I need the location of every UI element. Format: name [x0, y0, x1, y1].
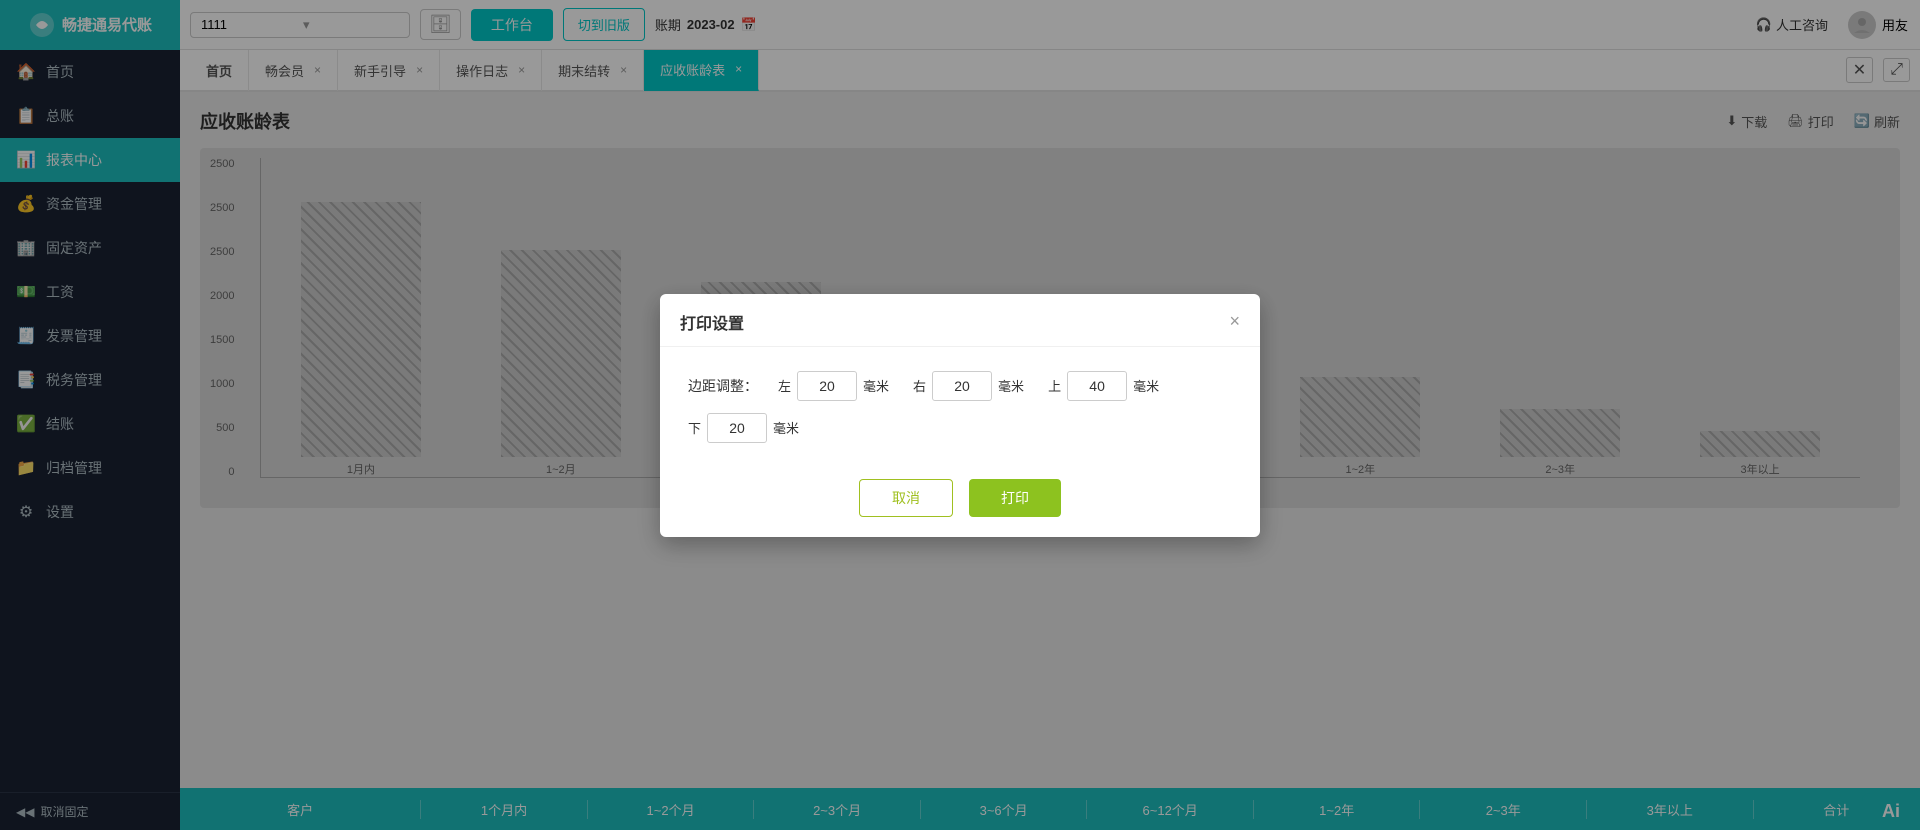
- margin-label: 边距调整：: [688, 376, 758, 396]
- modal-header: 打印设置 ×: [660, 294, 1260, 347]
- margin-bottom-input[interactable]: [707, 413, 767, 443]
- margin-right-group: 右 毫米: [913, 371, 1024, 401]
- right-direction-label: 右: [913, 376, 926, 395]
- modal-close-button[interactable]: ×: [1229, 311, 1240, 332]
- right-unit-label: 毫米: [998, 376, 1024, 395]
- margin-top-group: 上 毫米: [1048, 371, 1159, 401]
- margin-top-input[interactable]: [1067, 371, 1127, 401]
- bottom-direction-label: 下: [688, 418, 701, 437]
- margin-bottom-group: 下 毫米: [688, 413, 799, 443]
- modal-title: 打印设置: [680, 310, 744, 334]
- margin-left-group: 左 毫米: [778, 371, 889, 401]
- modal-overlay: 打印设置 × 边距调整： 左 毫米 右 毫米 上 毫米 下: [0, 0, 1920, 830]
- print-settings-dialog: 打印设置 × 边距调整： 左 毫米 右 毫米 上 毫米 下: [660, 294, 1260, 537]
- modal-body: 边距调整： 左 毫米 右 毫米 上 毫米 下 毫米: [660, 347, 1260, 467]
- left-direction-label: 左: [778, 376, 791, 395]
- margin-left-input[interactable]: [797, 371, 857, 401]
- print-button[interactable]: 打印: [969, 479, 1061, 517]
- top-unit-label: 毫米: [1133, 376, 1159, 395]
- margin-right-input[interactable]: [932, 371, 992, 401]
- cancel-button[interactable]: 取消: [859, 479, 953, 517]
- left-unit-label: 毫米: [863, 376, 889, 395]
- bottom-unit-label: 毫米: [773, 418, 799, 437]
- modal-footer: 取消 打印: [660, 467, 1260, 537]
- top-direction-label: 上: [1048, 376, 1061, 395]
